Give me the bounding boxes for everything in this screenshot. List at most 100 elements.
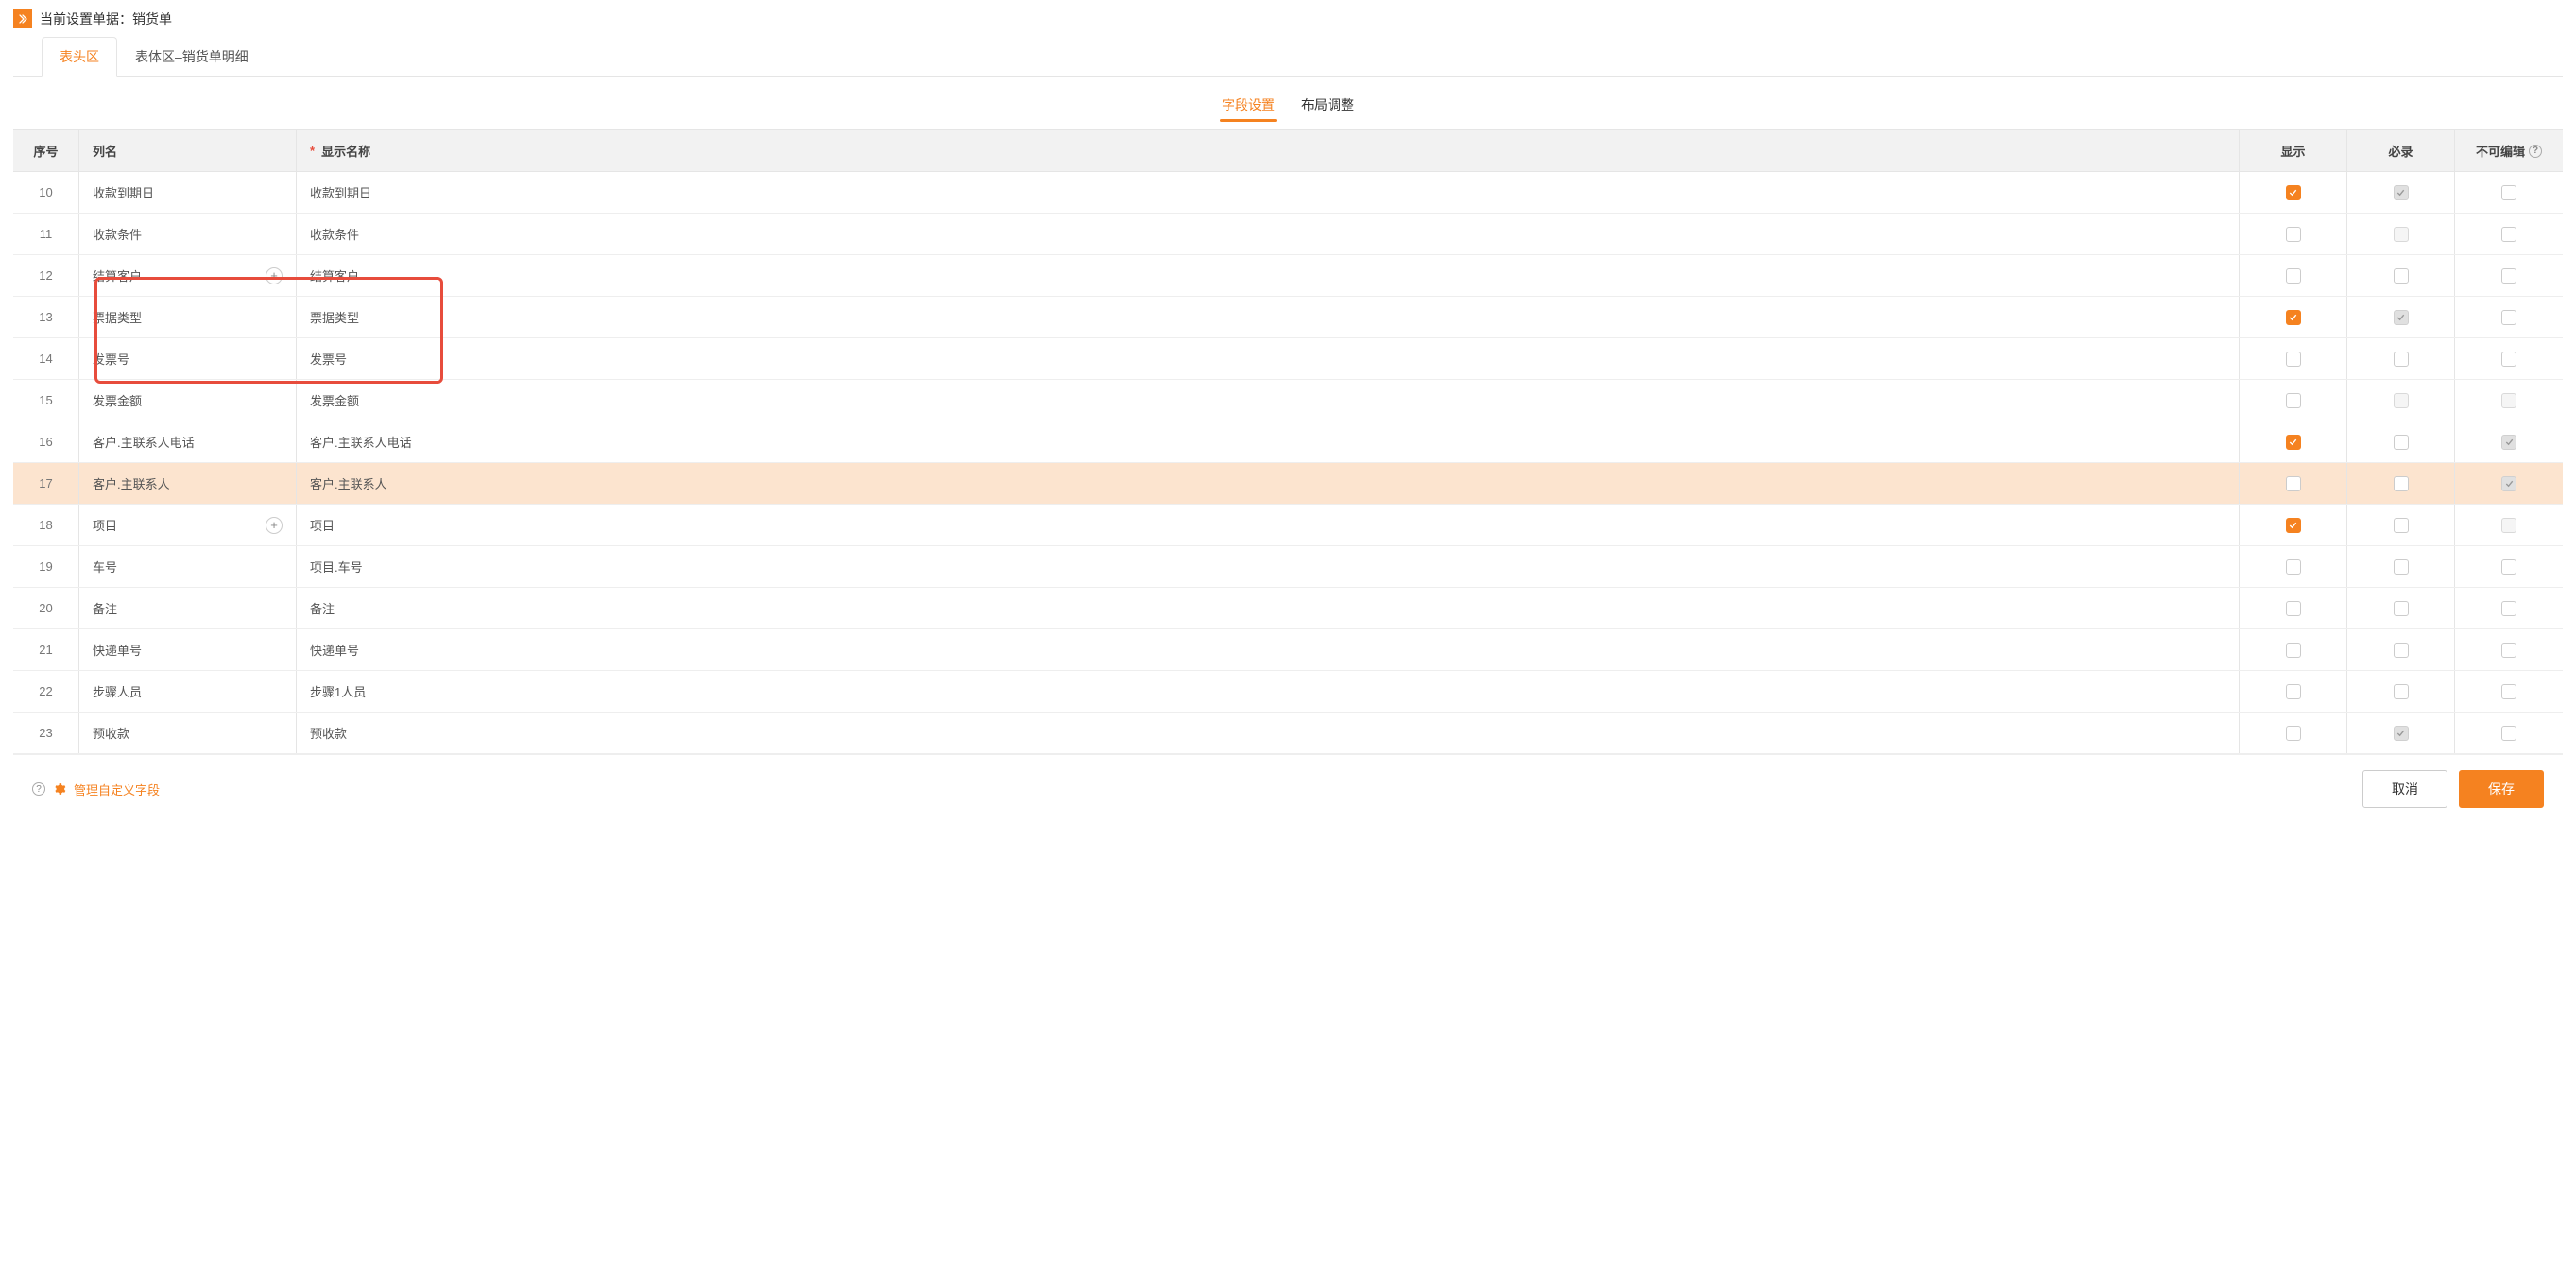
col-header-noedit: 不可编辑 ? xyxy=(2455,130,2563,171)
cell-required xyxy=(2347,713,2455,753)
cell-required xyxy=(2347,421,2455,462)
row-seq: 16 xyxy=(13,421,79,462)
footer-bar: ? 管理自定义字段 取消 保存 xyxy=(13,754,2563,823)
checkbox-required[interactable] xyxy=(2394,684,2409,699)
row-display-name[interactable]: 项目 xyxy=(297,505,2240,545)
cell-noedit xyxy=(2455,380,2563,421)
checkbox-show[interactable] xyxy=(2286,559,2301,575)
row-seq: 10 xyxy=(13,172,79,213)
row-seq: 22 xyxy=(13,671,79,712)
checkbox-noedit[interactable] xyxy=(2501,310,2516,325)
cell-required xyxy=(2347,546,2455,587)
checkbox-noedit[interactable] xyxy=(2501,352,2516,367)
row-seq: 17 xyxy=(13,463,79,504)
checkbox-noedit[interactable] xyxy=(2501,601,2516,616)
checkbox-show[interactable] xyxy=(2286,185,2301,200)
column-name-label: 结算客户 xyxy=(93,266,142,284)
sub-tab-1[interactable]: 布局调整 xyxy=(1299,90,1356,124)
row-seq: 14 xyxy=(13,338,79,379)
cell-required xyxy=(2347,338,2455,379)
checkbox-noedit[interactable] xyxy=(2501,684,2516,699)
cell-noedit xyxy=(2455,297,2563,337)
checkbox-noedit xyxy=(2501,393,2516,408)
row-display-name[interactable]: 结算客户 xyxy=(297,255,2240,296)
checkbox-show[interactable] xyxy=(2286,726,2301,741)
checkbox-noedit[interactable] xyxy=(2501,559,2516,575)
row-display-name[interactable]: 发票金额 xyxy=(297,380,2240,421)
table-row: 21快递单号快递单号 xyxy=(13,629,2563,671)
row-display-name[interactable]: 快递单号 xyxy=(297,629,2240,670)
checkbox-show[interactable] xyxy=(2286,227,2301,242)
row-display-name[interactable]: 备注 xyxy=(297,588,2240,628)
cell-show xyxy=(2240,629,2347,670)
checkbox-show[interactable] xyxy=(2286,268,2301,284)
row-display-name[interactable]: 发票号 xyxy=(297,338,2240,379)
cell-required xyxy=(2347,463,2455,504)
row-seq: 18 xyxy=(13,505,79,545)
row-display-name[interactable]: 步骤1人员 xyxy=(297,671,2240,712)
checkbox-noedit[interactable] xyxy=(2501,726,2516,741)
checkbox-show[interactable] xyxy=(2286,643,2301,658)
checkbox-required[interactable] xyxy=(2394,559,2409,575)
cell-noedit xyxy=(2455,588,2563,628)
row-display-name[interactable]: 收款条件 xyxy=(297,214,2240,254)
cell-show xyxy=(2240,588,2347,628)
row-column-name: 项目 + xyxy=(79,505,297,545)
cell-required xyxy=(2347,380,2455,421)
cell-required xyxy=(2347,671,2455,712)
checkbox-show[interactable] xyxy=(2286,393,2301,408)
checkbox-required[interactable] xyxy=(2394,435,2409,450)
checkbox-noedit[interactable] xyxy=(2501,643,2516,658)
checkbox-show[interactable] xyxy=(2286,310,2301,325)
col-header-name: 列名 xyxy=(79,130,297,171)
col-header-required: 必录 xyxy=(2347,130,2455,171)
help-icon[interactable]: ? xyxy=(32,782,45,796)
row-display-name[interactable]: 客户.主联系人 xyxy=(297,463,2240,504)
tab-0[interactable]: 表头区 xyxy=(42,37,117,77)
row-display-name[interactable]: 项目.车号 xyxy=(297,546,2240,587)
column-name-label: 收款到期日 xyxy=(93,183,154,201)
cell-noedit xyxy=(2455,713,2563,753)
checkbox-required[interactable] xyxy=(2394,268,2409,284)
cell-required xyxy=(2347,588,2455,628)
page-title: 当前设置单据：销货单 xyxy=(40,9,172,28)
checkbox-required[interactable] xyxy=(2394,476,2409,491)
col-header-show: 显示 xyxy=(2240,130,2347,171)
checkbox-required[interactable] xyxy=(2394,643,2409,658)
checkbox-noedit[interactable] xyxy=(2501,268,2516,284)
checkbox-required[interactable] xyxy=(2394,352,2409,367)
row-column-name: 发票号 xyxy=(79,338,297,379)
row-display-name[interactable]: 客户.主联系人电话 xyxy=(297,421,2240,462)
gear-icon xyxy=(53,782,66,796)
checkbox-show[interactable] xyxy=(2286,476,2301,491)
cancel-button[interactable]: 取消 xyxy=(2362,770,2447,808)
checkbox-show[interactable] xyxy=(2286,435,2301,450)
checkbox-required[interactable] xyxy=(2394,518,2409,533)
checkbox-show[interactable] xyxy=(2286,684,2301,699)
save-button[interactable]: 保存 xyxy=(2459,770,2544,808)
help-icon[interactable]: ? xyxy=(2529,145,2542,158)
add-icon[interactable]: + xyxy=(266,517,283,534)
sub-tab-0[interactable]: 字段设置 xyxy=(1220,90,1277,124)
checkbox-noedit[interactable] xyxy=(2501,227,2516,242)
checkbox-show[interactable] xyxy=(2286,518,2301,533)
cell-noedit xyxy=(2455,463,2563,504)
row-display-name[interactable]: 预收款 xyxy=(297,713,2240,753)
manage-custom-fields-link[interactable]: 管理自定义字段 xyxy=(74,781,160,799)
checkbox-show[interactable] xyxy=(2286,352,2301,367)
col-header-noedit-label: 不可编辑 xyxy=(2476,142,2525,160)
checkbox-required xyxy=(2394,310,2409,325)
tab-1[interactable]: 表体区–销货单明细 xyxy=(117,37,266,77)
table-row: 10 收款到期日 收款到期日 xyxy=(13,172,2563,214)
row-display-name[interactable]: 收款到期日 xyxy=(297,172,2240,213)
cell-noedit xyxy=(2455,172,2563,213)
column-name-label: 客户.主联系人 xyxy=(93,474,170,492)
expand-toggle[interactable] xyxy=(13,9,32,28)
table-row: 13票据类型票据类型 xyxy=(13,297,2563,338)
checkbox-show[interactable] xyxy=(2286,601,2301,616)
column-name-label: 项目 xyxy=(93,516,117,534)
checkbox-noedit[interactable] xyxy=(2501,185,2516,200)
add-icon[interactable]: + xyxy=(266,267,283,284)
row-display-name[interactable]: 票据类型 xyxy=(297,297,2240,337)
checkbox-required[interactable] xyxy=(2394,601,2409,616)
